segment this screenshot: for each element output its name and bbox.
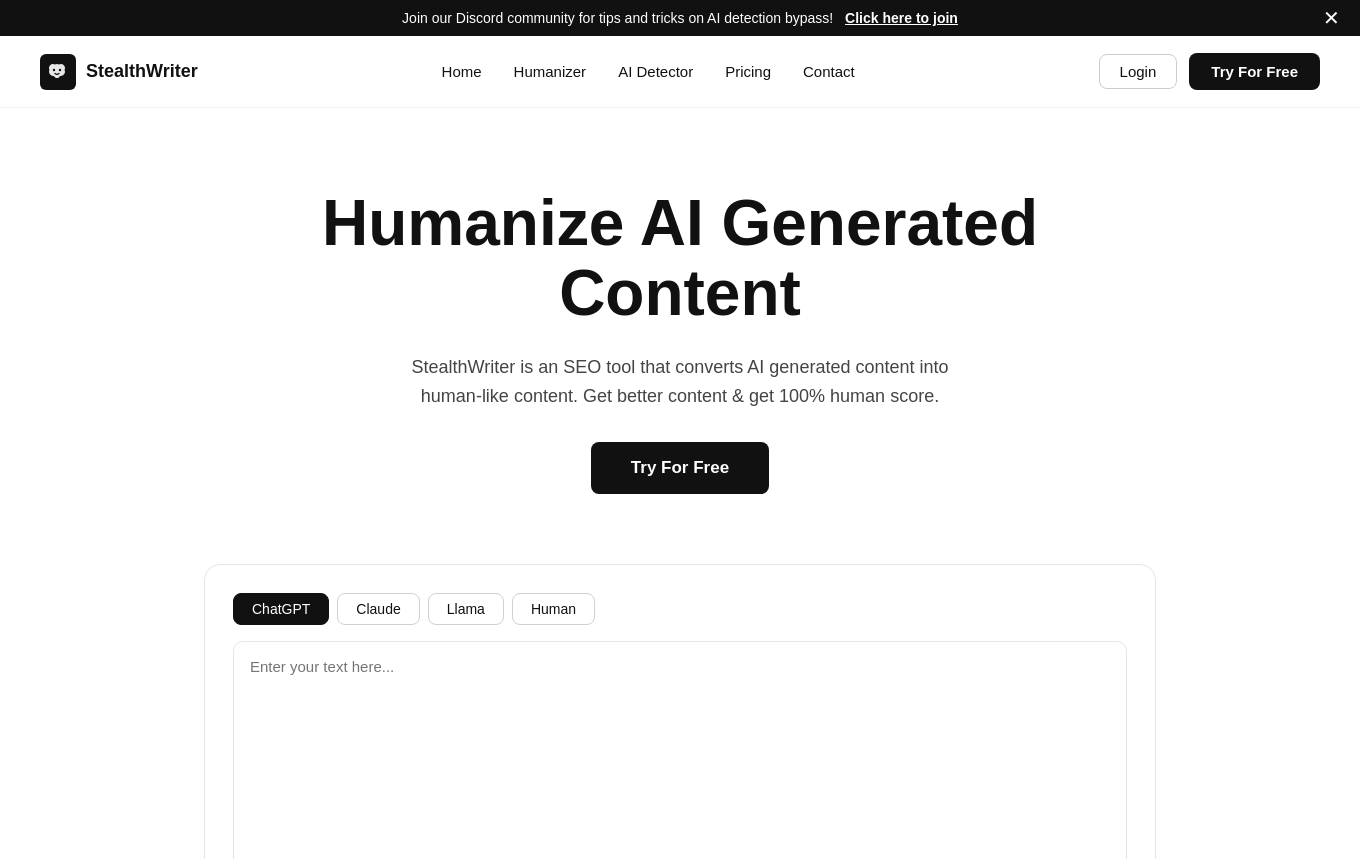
navbar-nav: Home Humanizer AI Detector Pricing Conta… <box>442 63 855 81</box>
tool-panel: ChatGPT Claude Llama Human <box>204 564 1156 859</box>
try-free-nav-button[interactable]: Try For Free <box>1189 53 1320 90</box>
brand-icon <box>40 54 76 90</box>
navbar-actions: Login Try For Free <box>1099 53 1320 90</box>
navbar: StealthWriter Home Humanizer AI Detector… <box>0 36 1360 108</box>
hero-subtitle: StealthWriter is an SEO tool that conver… <box>400 353 960 411</box>
nav-home[interactable]: Home <box>442 63 482 80</box>
banner-link[interactable]: Click here to join <box>845 10 958 26</box>
tab-claude[interactable]: Claude <box>337 593 419 625</box>
tool-panel-wrapper: ChatGPT Claude Llama Human <box>180 564 1180 859</box>
tab-llama[interactable]: Llama <box>428 593 504 625</box>
svg-point-2 <box>59 68 61 70</box>
tab-human[interactable]: Human <box>512 593 595 625</box>
nav-contact[interactable]: Contact <box>803 63 855 80</box>
text-input[interactable] <box>233 641 1127 859</box>
nav-humanizer[interactable]: Humanizer <box>514 63 587 80</box>
hero-title: Humanize AI Generated Content <box>230 188 1130 329</box>
banner-text: Join our Discord community for tips and … <box>402 10 833 26</box>
banner-close-button[interactable]: ✕ <box>1323 8 1340 28</box>
tab-chatgpt[interactable]: ChatGPT <box>233 593 329 625</box>
brand-name: StealthWriter <box>86 61 198 82</box>
login-button[interactable]: Login <box>1099 54 1178 89</box>
brand-logo-link[interactable]: StealthWriter <box>40 54 198 90</box>
tool-tabs: ChatGPT Claude Llama Human <box>233 593 1127 625</box>
announcement-banner: Join our Discord community for tips and … <box>0 0 1360 36</box>
nav-pricing[interactable]: Pricing <box>725 63 771 80</box>
nav-ai-detector[interactable]: AI Detector <box>618 63 693 80</box>
hero-section: Humanize AI Generated Content StealthWri… <box>0 108 1360 534</box>
svg-point-1 <box>53 68 55 70</box>
hero-cta-button[interactable]: Try For Free <box>591 442 769 494</box>
